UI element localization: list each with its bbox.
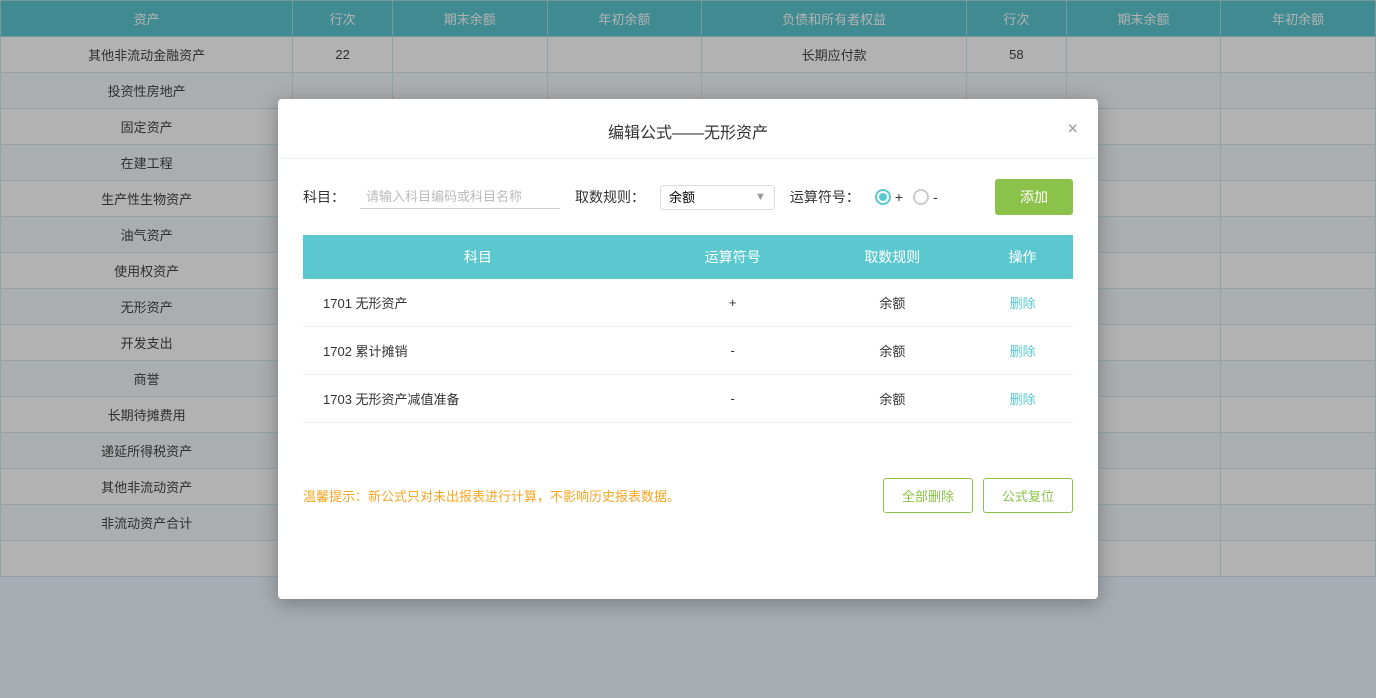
select-arrow-icon: ▼ — [755, 191, 766, 203]
modal-title: 编辑公式——无形资产 — [608, 125, 768, 142]
reset-formula-button[interactable]: 公式复位 — [983, 478, 1073, 513]
formula-table-row: 1701 无形资产+余额 删除 — [303, 279, 1073, 327]
modal-overlay: 编辑公式——无形资产 × 科目： 取数规则： 余额 借方 贷方 借方发生额 贷方… — [0, 0, 1376, 698]
operator-label: 运算符号： — [790, 187, 860, 207]
formula-rule-cell: 余额 — [813, 279, 973, 327]
formula-rule-cell: 余额 — [813, 375, 973, 423]
modal-footer: 温馨提示：新公式只对未出报表进行计算，不影响历史报表数据。 全部删除 公式复位 — [278, 463, 1098, 533]
formula-table-header-cell: 取数规则 — [813, 235, 973, 279]
subject-label: 科目： — [303, 187, 345, 207]
formula-action-cell: 删除 — [972, 375, 1073, 423]
formula-table-header-cell: 科目 — [303, 235, 653, 279]
plus-radio-label: + — [895, 189, 903, 205]
formula-operator-cell: + — [653, 279, 813, 327]
modal-body: 科目： 取数规则： 余额 借方 贷方 借方发生额 贷方发生额 ▼ 运算符号： — [278, 159, 1098, 463]
formula-table-head: 科目运算符号取数规则操作 — [303, 235, 1073, 279]
form-row: 科目： 取数规则： 余额 借方 贷方 借方发生额 贷方发生额 ▼ 运算符号： — [303, 179, 1073, 215]
modal-dialog: 编辑公式——无形资产 × 科目： 取数规则： 余额 借方 贷方 借方发生额 贷方… — [278, 99, 1098, 599]
formula-table-header-cell: 操作 — [972, 235, 1073, 279]
formula-action-cell: 删除 — [972, 279, 1073, 327]
formula-header-row: 科目运算符号取数规则操作 — [303, 235, 1073, 279]
add-button[interactable]: 添加 — [995, 179, 1073, 215]
formula-operator-cell: - — [653, 327, 813, 375]
operator-plus-radio[interactable]: + — [875, 189, 903, 205]
formula-subject-cell: 1703 无形资产减值准备 — [303, 375, 653, 423]
modal-header: 编辑公式——无形资产 × — [278, 99, 1098, 159]
formula-table-row: 1703 无形资产减值准备-余额 删除 — [303, 375, 1073, 423]
formula-subject-cell: 1702 累计摊销 — [303, 327, 653, 375]
formula-table: 科目运算符号取数规则操作 1701 无形资产+余额删除1702 累计摊销-余额删… — [303, 235, 1073, 423]
formula-operator-cell: - — [653, 375, 813, 423]
footer-buttons: 全部删除 公式复位 — [883, 478, 1073, 513]
plus-radio-circle — [875, 189, 891, 205]
subject-input[interactable] — [360, 185, 560, 209]
operator-radio-group: + - — [875, 189, 938, 205]
minus-radio-circle — [913, 189, 929, 205]
rule-select[interactable]: 余额 借方 贷方 借方发生额 贷方发生额 — [669, 190, 750, 205]
operator-minus-radio[interactable]: - — [913, 189, 938, 205]
formula-action-cell: 删除 — [972, 327, 1073, 375]
delete-row-button[interactable]: 删除 — [1010, 392, 1036, 407]
rule-label: 取数规则： — [575, 187, 645, 207]
formula-rule-cell: 余额 — [813, 327, 973, 375]
rule-select-wrap[interactable]: 余额 借方 贷方 借方发生额 贷方发生额 ▼ — [660, 185, 775, 210]
minus-radio-label: - — [933, 189, 938, 205]
formula-table-header-cell: 运算符号 — [653, 235, 813, 279]
formula-subject-cell: 1701 无形资产 — [303, 279, 653, 327]
delete-row-button[interactable]: 删除 — [1010, 344, 1036, 359]
delete-row-button[interactable]: 删除 — [1010, 296, 1036, 311]
delete-all-button[interactable]: 全部删除 — [883, 478, 973, 513]
footer-tip: 温馨提示：新公式只对未出报表进行计算，不影响历史报表数据。 — [303, 486, 680, 505]
formula-table-body: 1701 无形资产+余额删除1702 累计摊销-余额删除1703 无形资产减值准… — [303, 279, 1073, 423]
formula-table-row: 1702 累计摊销-余额 删除 — [303, 327, 1073, 375]
modal-close-button[interactable]: × — [1062, 118, 1083, 139]
